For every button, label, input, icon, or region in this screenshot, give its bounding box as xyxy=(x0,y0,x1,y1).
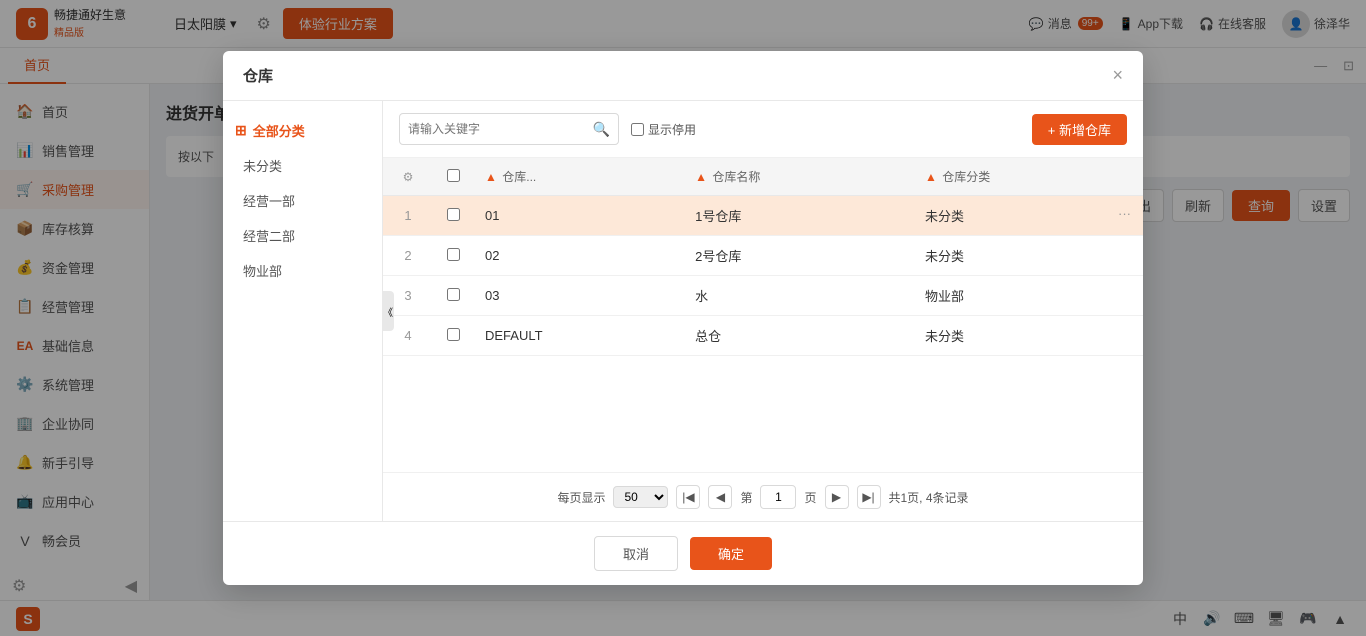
page-next-btn[interactable]: ▶ xyxy=(825,485,849,509)
page-first-btn[interactable]: |◀ xyxy=(676,485,700,509)
sort-icon-code: ▲ xyxy=(485,170,497,184)
row-actions[interactable]: ··· xyxy=(1118,206,1131,221)
table-head: ⚙ ▲ 仓库... ▲ 仓库名称 xyxy=(383,158,1143,196)
modal-title: 仓库 xyxy=(243,65,273,86)
modal-sidebar-item-1[interactable]: 经营一部 xyxy=(223,183,382,218)
show-disabled-checkbox[interactable] xyxy=(631,123,644,136)
row-category: 未分类 xyxy=(913,316,1143,356)
modal-body: ⊞ 全部分类 未分类 经营一部 经营二部 物业部 《 🔍 xyxy=(223,101,1143,521)
page-unit: 页 xyxy=(804,489,816,506)
page-prev-btn[interactable]: ◀ xyxy=(708,485,732,509)
modal-sidebar: ⊞ 全部分类 未分类 经营一部 经营二部 物业部 《 xyxy=(223,101,383,521)
th-category[interactable]: ▲ 仓库分类 xyxy=(913,158,1143,196)
cancel-button[interactable]: 取消 xyxy=(594,536,678,571)
modal-close-button[interactable]: × xyxy=(1112,65,1123,86)
show-disabled-label[interactable]: 显示停用 xyxy=(631,121,696,138)
row-category: 未分类 ··· xyxy=(913,196,1143,236)
search-box: 🔍 xyxy=(399,113,619,145)
row-checkbox-3[interactable] xyxy=(447,288,460,301)
table-header-row: ⚙ ▲ 仓库... ▲ 仓库名称 xyxy=(383,158,1143,196)
table-row[interactable]: 2 02 2号仓库 未分类 xyxy=(383,236,1143,276)
modal-sidebar-item-2[interactable]: 经营二部 xyxy=(223,218,382,253)
row-code: 01 xyxy=(473,196,683,236)
select-all-checkbox[interactable] xyxy=(447,169,460,182)
row-name: 水 xyxy=(683,276,913,316)
row-name: 1号仓库 xyxy=(683,196,913,236)
row-cb[interactable] xyxy=(433,236,473,276)
total-label: 共1页, 4条记录 xyxy=(889,489,969,506)
modal-table: ⚙ ▲ 仓库... ▲ 仓库名称 xyxy=(383,158,1143,472)
row-code: DEFAULT xyxy=(473,316,683,356)
row-name: 2号仓库 xyxy=(683,236,913,276)
per-page-label: 每页显示 xyxy=(557,489,605,506)
th-name[interactable]: ▲ 仓库名称 xyxy=(683,158,913,196)
row-seq: 2 xyxy=(383,236,433,276)
table-row[interactable]: 1 01 1号仓库 未分类 ··· xyxy=(383,196,1143,236)
show-disabled-text: 显示停用 xyxy=(648,121,696,138)
sort-icon-category: ▲ xyxy=(925,170,937,184)
per-page-select[interactable]: 50 100 200 xyxy=(613,486,668,508)
row-cb[interactable] xyxy=(433,316,473,356)
row-category: 物业部 xyxy=(913,276,1143,316)
row-cb[interactable] xyxy=(433,196,473,236)
modal-overlay: 仓库 × ⊞ 全部分类 未分类 经营一部 经营二部 物业部 《 xyxy=(0,0,1366,636)
page-input[interactable] xyxy=(760,485,796,509)
warehouse-modal: 仓库 × ⊞ 全部分类 未分类 经营一部 经营二部 物业部 《 xyxy=(223,51,1143,585)
page-last-btn[interactable]: ▶| xyxy=(857,485,881,509)
modal-main: 🔍 显示停用 + 新增仓库 ⚙ xyxy=(383,101,1143,521)
modal-sidebar-item-0[interactable]: 未分类 xyxy=(223,148,382,183)
row-code: 03 xyxy=(473,276,683,316)
row-name: 总仓 xyxy=(683,316,913,356)
row-checkbox-2[interactable] xyxy=(447,248,460,261)
row-cb[interactable] xyxy=(433,276,473,316)
search-input[interactable] xyxy=(408,122,593,136)
table-row[interactable]: 3 03 水 物业部 xyxy=(383,276,1143,316)
th-checkbox[interactable] xyxy=(433,158,473,196)
grid-icon: ⊞ xyxy=(235,122,247,139)
warehouse-table: ⚙ ▲ 仓库... ▲ 仓库名称 xyxy=(383,158,1143,356)
modal-sidebar-item-3[interactable]: 物业部 xyxy=(223,253,382,288)
confirm-button[interactable]: 确定 xyxy=(690,537,772,570)
row-category: 未分类 xyxy=(913,236,1143,276)
th-code[interactable]: ▲ 仓库... xyxy=(473,158,683,196)
table-row[interactable]: 4 DEFAULT 总仓 未分类 xyxy=(383,316,1143,356)
sort-icon-name: ▲ xyxy=(695,170,707,184)
row-code: 02 xyxy=(473,236,683,276)
modal-pagination: 每页显示 50 100 200 |◀ ◀ 第 页 ▶ ▶| 共1页, 4条记录 xyxy=(383,472,1143,521)
page-label: 第 xyxy=(740,489,752,506)
modal-header: 仓库 × xyxy=(223,51,1143,101)
table-body: 1 01 1号仓库 未分类 ··· 2 0 xyxy=(383,196,1143,356)
row-checkbox-1[interactable] xyxy=(447,208,460,221)
modal-sidebar-all[interactable]: ⊞ 全部分类 xyxy=(223,113,382,148)
modal-sidebar-collapse[interactable]: 《 xyxy=(382,291,394,331)
row-seq: 1 xyxy=(383,196,433,236)
search-icon: 🔍 xyxy=(593,121,610,138)
modal-footer: 取消 确定 xyxy=(223,521,1143,585)
modal-sidebar-all-label: 全部分类 xyxy=(253,121,305,140)
modal-toolbar: 🔍 显示停用 + 新增仓库 xyxy=(383,101,1143,158)
th-settings[interactable]: ⚙ xyxy=(383,158,433,196)
add-warehouse-button[interactable]: + 新增仓库 xyxy=(1032,114,1127,145)
row-checkbox-4[interactable] xyxy=(447,328,460,341)
